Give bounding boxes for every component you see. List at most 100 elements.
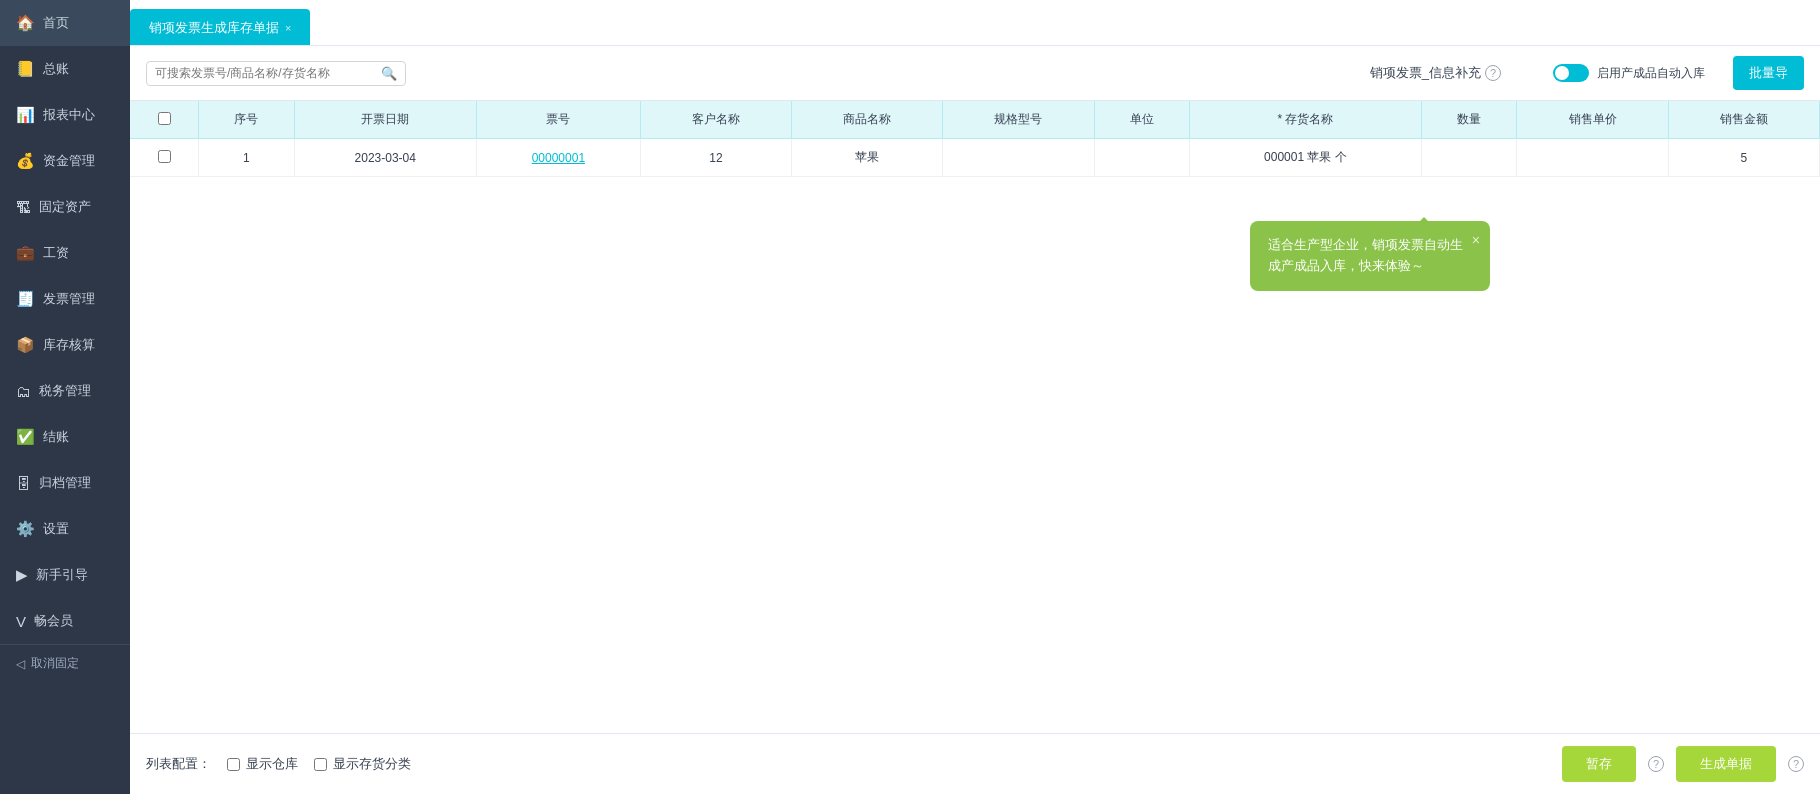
pin-icon: ◁ — [16, 657, 25, 671]
cell-customer-0: 12 — [640, 139, 791, 177]
sidebar-item-settings[interactable]: ⚙️ 设置 — [0, 506, 130, 552]
auto-storage-toggle[interactable] — [1553, 64, 1589, 82]
save-button[interactable]: 暂存 — [1562, 746, 1636, 782]
pin-label: 取消固定 — [31, 655, 79, 672]
col-header-qty: 数量 — [1421, 101, 1516, 139]
sidebar-label-close: 结账 — [43, 428, 69, 446]
table-row: 12023-03-040000000112苹果000001 苹果 个5 — [130, 139, 1820, 177]
data-table: 序号开票日期票号客户名称商品名称规格型号单位* 存货名称数量销售单价销售金额 1… — [130, 101, 1820, 177]
col-header-number: 票号 — [476, 101, 640, 139]
sidebar-icon-payroll: 💼 — [16, 244, 35, 262]
toggle-wrap: 启用产成品自动入库 — [1553, 64, 1705, 82]
col-header-seq: 序号 — [199, 101, 294, 139]
sidebar-label-reports: 报表中心 — [43, 106, 95, 124]
sidebar-label-inventory: 库存核算 — [43, 336, 95, 354]
cell-checkbox-0[interactable] — [130, 139, 199, 177]
sidebar-label-fixed-assets: 固定资产 — [39, 198, 91, 216]
sidebar-item-tax[interactable]: 🗂 税务管理 — [0, 368, 130, 414]
sidebar-icon-ledger: 📒 — [16, 60, 35, 78]
sidebar-icon-invoice-mgmt: 🧾 — [16, 290, 35, 308]
cell-seq-0: 1 — [199, 139, 294, 177]
generate-button[interactable]: 生成单据 — [1676, 746, 1776, 782]
row-checkbox-0[interactable] — [158, 150, 171, 163]
cell-product-0: 苹果 — [792, 139, 943, 177]
col-header-product: 商品名称 — [792, 101, 943, 139]
cell-price-check-0 — [1517, 139, 1668, 177]
info-help-icon[interactable]: ? — [1485, 65, 1501, 81]
tab-red-invoice[interactable]: 销项发票生成库存单据 × — [130, 9, 310, 45]
footer-config: 列表配置： 显示仓库 显示存货分类 — [146, 755, 411, 773]
sidebar-icon-home: 🏠 — [16, 14, 35, 32]
sidebar-icon-member: V — [16, 613, 26, 630]
select-all-checkbox[interactable] — [158, 112, 171, 125]
sidebar-label-invoice-mgmt: 发票管理 — [43, 290, 95, 308]
sidebar-item-ledger[interactable]: 📒 总账 — [0, 46, 130, 92]
tab-close-red-invoice[interactable]: × — [285, 22, 291, 34]
sidebar-item-guide[interactable]: ▶ 新手引导 — [0, 552, 130, 598]
cell-spec-0 — [943, 139, 1094, 177]
col-header-unit: 单位 — [1094, 101, 1189, 139]
search-input[interactable] — [155, 66, 375, 80]
sidebar-icon-funds: 💰 — [16, 152, 35, 170]
tab-label-red-invoice: 销项发票生成库存单据 — [149, 19, 279, 37]
col-header-amount: 销售金额 — [1668, 101, 1819, 139]
table-wrap: 序号开票日期票号客户名称商品名称规格型号单位* 存货名称数量销售单价销售金额 1… — [130, 101, 1820, 733]
tab-label-view-voucher: 查看凭证 — [149, 0, 201, 1]
page-content: 🔍 销项发票_信息补充 ? 启用产成品自动入库 批量导 序号开票日期票号客户名称… — [130, 46, 1820, 794]
search-icon: 🔍 — [381, 66, 397, 81]
sidebar-icon-reports: 📊 — [16, 106, 35, 124]
sidebar-label-guide: 新手引导 — [36, 566, 88, 584]
col-header-date: 开票日期 — [294, 101, 476, 139]
sidebar-label-member: 畅会员 — [34, 612, 73, 630]
sidebar-item-close[interactable]: ✅ 结账 — [0, 414, 130, 460]
search-wrap[interactable]: 🔍 — [146, 61, 406, 86]
col-header-checkbox — [130, 101, 199, 139]
sidebar-icon-archive: 🗄 — [16, 475, 31, 492]
tooltip-close[interactable]: × — [1472, 229, 1480, 251]
cell-number-0[interactable]: 00000001 — [476, 139, 640, 177]
sidebar-item-member[interactable]: V 畅会员 — [0, 598, 130, 644]
sidebar-item-home[interactable]: 🏠 首页 — [0, 0, 130, 46]
sidebar-icon-guide: ▶ — [16, 566, 28, 584]
config-label: 列表配置： — [146, 755, 211, 773]
save-help-icon[interactable]: ? — [1648, 756, 1664, 772]
col-header-spec: 规格型号 — [943, 101, 1094, 139]
col-header-stock-name: * 存货名称 — [1189, 101, 1421, 139]
cell-qty-0 — [1421, 139, 1516, 177]
sidebar-item-archive[interactable]: 🗄归档管理 — [0, 460, 130, 506]
sidebar-item-fixed-assets[interactable]: 🏗固定资产 — [0, 184, 130, 230]
generate-help-icon[interactable]: ? — [1788, 756, 1804, 772]
sidebar-icon-close: ✅ — [16, 428, 35, 446]
sidebar-label-tax: 税务管理 — [39, 382, 91, 400]
show-warehouse-wrap[interactable]: 显示仓库 — [227, 755, 298, 773]
tab-view-voucher[interactable]: 查看凭证 × — [130, 0, 310, 9]
show-warehouse-label: 显示仓库 — [246, 755, 298, 773]
toggle-label: 启用产成品自动入库 — [1597, 65, 1705, 82]
tooltip-popup: × 适合生产型企业，销项发票自动生成产成品入库，快来体验～ — [1250, 221, 1490, 291]
sidebar-item-inventory[interactable]: 📦库存核算 — [0, 322, 130, 368]
batch-button[interactable]: 批量导 — [1733, 56, 1804, 90]
sidebar-label-home: 首页 — [43, 14, 69, 32]
show-category-checkbox[interactable] — [314, 758, 327, 771]
sidebar-label-funds: 资金管理 — [43, 152, 95, 170]
cell-amount-0: 5 — [1668, 139, 1819, 177]
sidebar-item-funds[interactable]: 💰 资金管理 — [0, 138, 130, 184]
col-header-customer: 客户名称 — [640, 101, 791, 139]
sidebar-item-invoice-mgmt[interactable]: 🧾 发票管理 — [0, 276, 130, 322]
sidebar-label-ledger: 总账 — [43, 60, 69, 78]
sidebar-pin[interactable]: ◁ 取消固定 — [0, 644, 130, 682]
sidebar-label-settings: 设置 — [43, 520, 69, 538]
sidebar-item-reports[interactable]: 📊 报表中心 — [0, 92, 130, 138]
show-warehouse-checkbox[interactable] — [227, 758, 240, 771]
invoice-link-0[interactable]: 00000001 — [532, 151, 585, 165]
footer-buttons: 暂存 ? 生成单据 ? — [1562, 746, 1804, 782]
show-category-wrap[interactable]: 显示存货分类 — [314, 755, 411, 773]
sidebar-label-payroll: 工资 — [43, 244, 69, 262]
cell-stock-name-0: 000001 苹果 个 — [1189, 139, 1421, 177]
tab-bar: 首页发票 ×查看凭证 ×销项发票生成库存单据 × — [130, 0, 1820, 46]
sidebar-icon-settings: ⚙️ — [16, 520, 35, 538]
show-category-label: 显示存货分类 — [333, 755, 411, 773]
sidebar-icon-tax: 🗂 — [16, 383, 31, 400]
footer: 列表配置： 显示仓库 显示存货分类 暂存 ? 生成单据 ? — [130, 733, 1820, 794]
sidebar-item-payroll[interactable]: 💼 工资 — [0, 230, 130, 276]
